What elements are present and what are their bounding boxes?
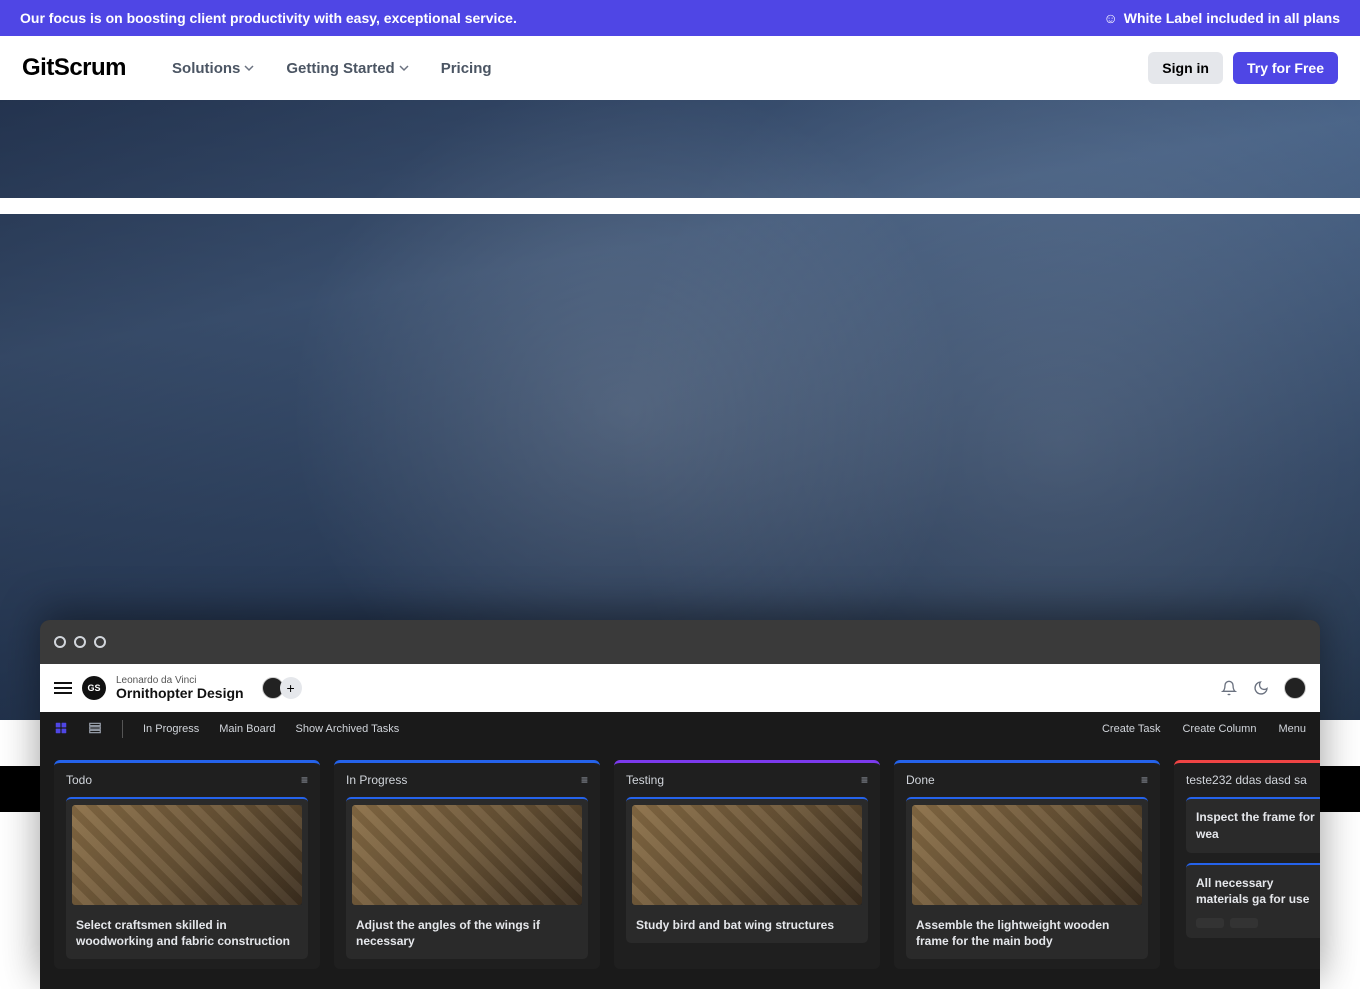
window-titlebar bbox=[40, 620, 1320, 664]
tag-pill bbox=[1230, 918, 1258, 928]
nav-getting-started[interactable]: Getting Started bbox=[286, 60, 408, 77]
task-card[interactable]: All necessary materials ga for use bbox=[1186, 863, 1320, 939]
nav-getting-started-label: Getting Started bbox=[286, 60, 394, 77]
task-card[interactable]: Select craftsmen skilled in woodworking … bbox=[66, 797, 308, 959]
column-menu-icon[interactable]: ≡ bbox=[301, 773, 308, 787]
nav-pricing[interactable]: Pricing bbox=[441, 60, 492, 77]
task-card[interactable]: Adjust the angles of the wings if necess… bbox=[346, 797, 588, 959]
announcement-right: White Label included in all plans bbox=[1124, 10, 1340, 26]
grid-view-icon[interactable] bbox=[54, 721, 68, 738]
avatars-group: + bbox=[262, 677, 302, 699]
nav-solutions[interactable]: Solutions bbox=[172, 60, 254, 77]
card-title: Select craftsmen skilled in woodworking … bbox=[66, 911, 308, 959]
bell-icon[interactable] bbox=[1220, 679, 1238, 697]
add-member-button[interactable]: + bbox=[280, 677, 302, 699]
card-title: Inspect the frame for wea bbox=[1196, 809, 1320, 843]
try-free-button[interactable]: Try for Free bbox=[1233, 52, 1338, 84]
toolbar-divider bbox=[122, 720, 123, 738]
nav-solutions-label: Solutions bbox=[172, 60, 240, 77]
filter-main-board[interactable]: Main Board bbox=[219, 723, 275, 735]
tag-pill bbox=[1196, 918, 1224, 928]
column-title: Done bbox=[906, 773, 935, 787]
card-title: Study bird and bat wing structures bbox=[626, 911, 868, 943]
task-card[interactable]: Inspect the frame for wea bbox=[1186, 797, 1320, 853]
signin-button[interactable]: Sign in bbox=[1148, 52, 1223, 84]
announcement-left: Our focus is on boosting client producti… bbox=[20, 10, 517, 26]
create-task-button[interactable]: Create Task bbox=[1102, 723, 1161, 735]
logo[interactable]: GitScrum bbox=[22, 54, 126, 82]
filter-archived[interactable]: Show Archived Tasks bbox=[296, 723, 400, 735]
card-image bbox=[72, 805, 302, 905]
column-in-progress: In Progress ≡ Adjust the angles of the w… bbox=[334, 760, 600, 969]
app-toolbar: In Progress Main Board Show Archived Tas… bbox=[40, 712, 1320, 746]
window-dot-icon bbox=[74, 636, 86, 648]
announcement-bar: Our focus is on boosting client producti… bbox=[0, 0, 1360, 36]
user-avatar[interactable] bbox=[1284, 677, 1306, 699]
card-title: All necessary materials ga for use bbox=[1196, 875, 1320, 909]
column-title: Testing bbox=[626, 773, 664, 787]
hamburger-icon[interactable] bbox=[54, 682, 72, 694]
column-title: teste232 ddas dasd sa bbox=[1186, 773, 1307, 787]
main-nav: GitScrum Solutions Getting Started Prici… bbox=[0, 36, 1360, 100]
theme-toggle-icon[interactable] bbox=[1252, 679, 1270, 697]
column-title: In Progress bbox=[346, 773, 407, 787]
task-card[interactable]: Assemble the lightweight wooden frame fo… bbox=[906, 797, 1148, 959]
column-done: Done ≡ Assemble the lightweight wooden f… bbox=[894, 760, 1160, 969]
card-title: Assemble the lightweight wooden frame fo… bbox=[906, 911, 1148, 959]
task-card[interactable]: Study bird and bat wing structures bbox=[626, 797, 868, 943]
card-image bbox=[632, 805, 862, 905]
column-todo: Todo ≡ Select craftsmen skilled in woodw… bbox=[54, 760, 320, 969]
column-menu-icon[interactable]: ≡ bbox=[581, 773, 588, 787]
hero-white-band bbox=[0, 198, 1360, 214]
project-name: Ornithopter Design bbox=[116, 686, 244, 701]
brand-badge-icon: GS bbox=[82, 676, 106, 700]
smile-icon: ☺ bbox=[1103, 10, 1117, 26]
card-tags bbox=[1196, 918, 1320, 928]
filter-in-progress[interactable]: In Progress bbox=[143, 723, 199, 735]
column-testing: Testing ≡ Study bird and bat wing struct… bbox=[614, 760, 880, 969]
column-teste: teste232 ddas dasd sa Inspect the frame … bbox=[1174, 760, 1320, 969]
hero-section: GS Leonardo da Vinci Ornithopter Design … bbox=[0, 100, 1360, 720]
project-info: Leonardo da Vinci Ornithopter Design bbox=[116, 675, 244, 701]
card-image bbox=[352, 805, 582, 905]
chevron-down-icon bbox=[244, 60, 254, 77]
list-view-icon[interactable] bbox=[88, 721, 102, 738]
card-image bbox=[912, 805, 1142, 905]
board-menu-button[interactable]: Menu bbox=[1278, 723, 1306, 735]
app-header: GS Leonardo da Vinci Ornithopter Design … bbox=[40, 664, 1320, 712]
card-title: Adjust the angles of the wings if necess… bbox=[346, 911, 588, 959]
column-title: Todo bbox=[66, 773, 92, 787]
window-dot-icon bbox=[94, 636, 106, 648]
create-column-button[interactable]: Create Column bbox=[1182, 723, 1256, 735]
column-menu-icon[interactable]: ≡ bbox=[861, 773, 868, 787]
column-menu-icon[interactable]: ≡ bbox=[1141, 773, 1148, 787]
app-window-preview: GS Leonardo da Vinci Ornithopter Design … bbox=[40, 620, 1320, 989]
chevron-down-icon bbox=[399, 60, 409, 77]
window-dot-icon bbox=[54, 636, 66, 648]
kanban-board: Todo ≡ Select craftsmen skilled in woodw… bbox=[40, 746, 1320, 989]
